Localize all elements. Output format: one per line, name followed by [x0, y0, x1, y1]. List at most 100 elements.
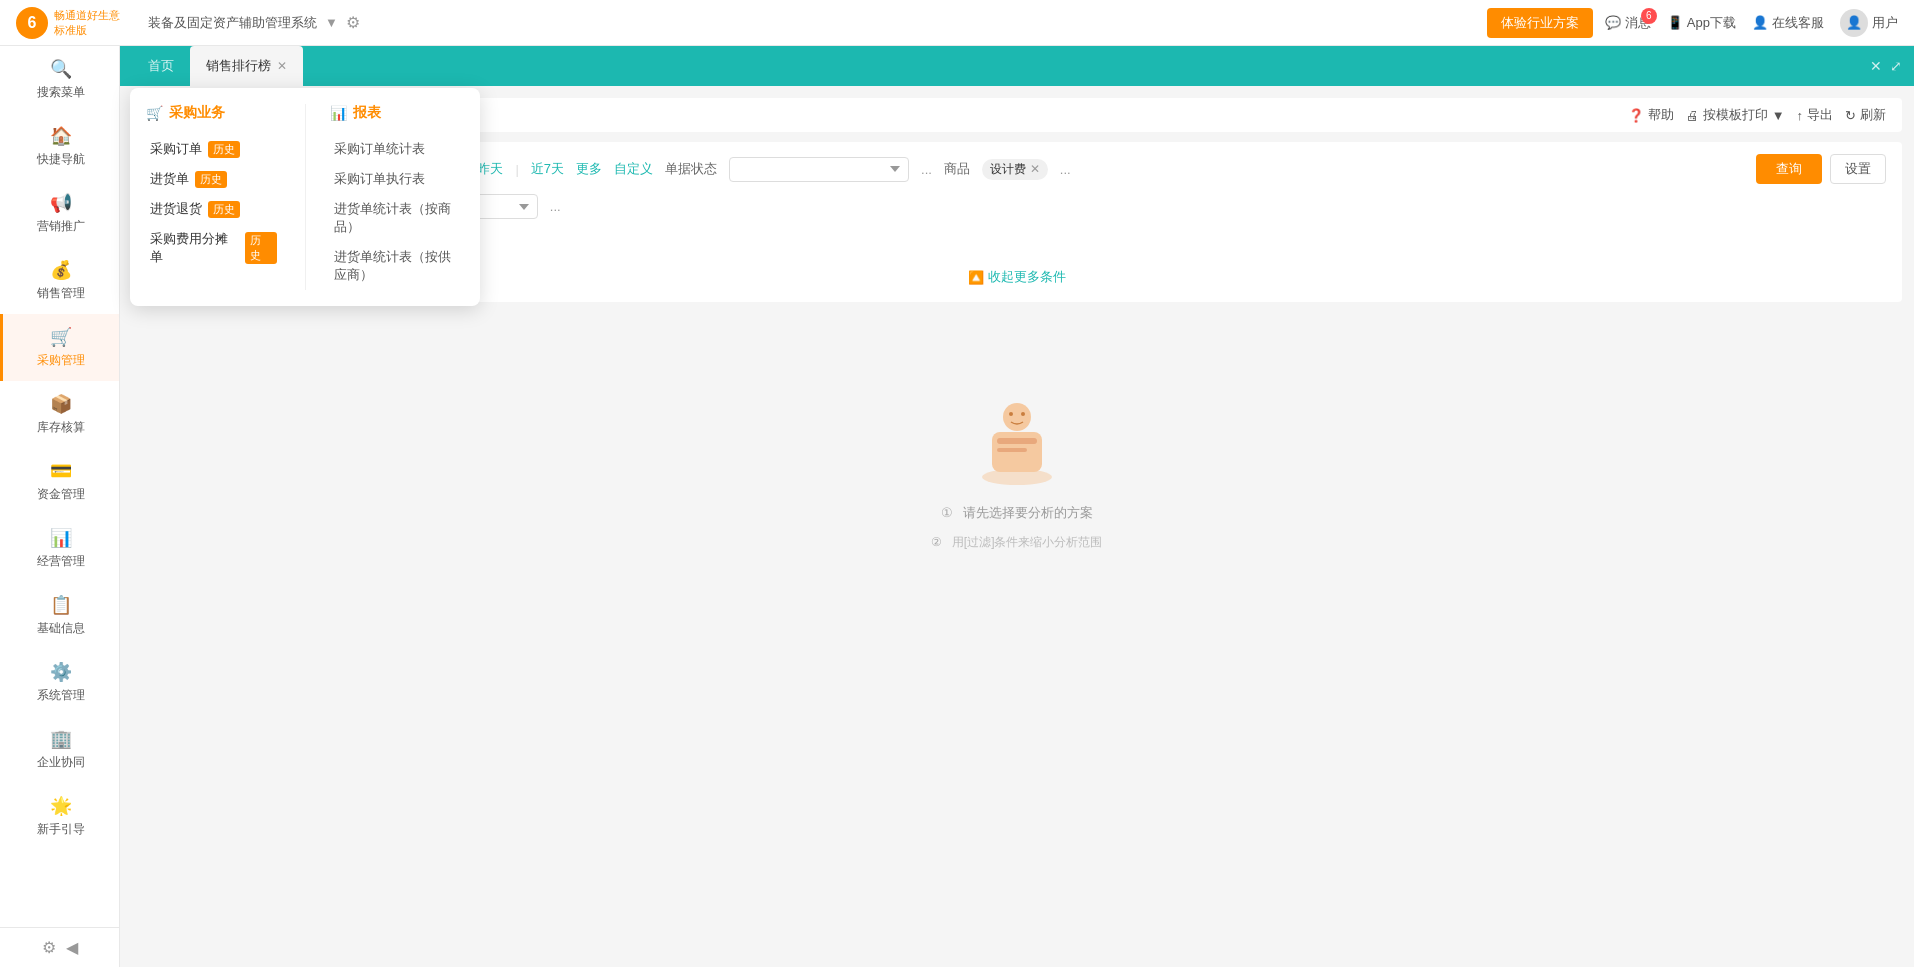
- set-btn[interactable]: 设置: [1830, 154, 1886, 184]
- sidebar-icon-search: 🔍: [50, 58, 72, 80]
- export-icon: ↑: [1797, 108, 1804, 123]
- empty-hint2: ② 用[过滤]条件来缩小分析范围: [931, 534, 1102, 551]
- sidebar-label-basic: 基础信息: [37, 620, 85, 637]
- collapse-up-icon: 🔼: [968, 270, 984, 285]
- report-item-label: 采购订单统计表: [334, 140, 425, 158]
- svg-point-6: [1021, 412, 1025, 416]
- tab-maximize-icon[interactable]: ⤢: [1890, 58, 1902, 74]
- purchase-item-进货退货[interactable]: 进货退货历史: [146, 194, 281, 224]
- logo-area: 6 畅通道好生意 标准版: [16, 7, 136, 39]
- settings-gear-icon[interactable]: ⚙: [346, 13, 360, 32]
- sidebar-icon-finance: 💳: [50, 460, 72, 482]
- purchase-item-进货单[interactable]: 进货单历史: [146, 164, 281, 194]
- sidebar-settings-icon[interactable]: ⚙: [42, 938, 56, 957]
- export-btn[interactable]: ↑ 导出: [1797, 106, 1834, 124]
- sidebar-icon-system: ⚙️: [50, 661, 72, 683]
- refresh-btn[interactable]: ↻ 刷新: [1845, 106, 1886, 124]
- purchase-item-label: 进货退货: [150, 200, 202, 218]
- print-icon: 🖨: [1686, 108, 1699, 123]
- industry-btn[interactable]: 体验行业方案: [1487, 8, 1593, 38]
- sidebar-item-finance[interactable]: 💳资金管理: [0, 448, 119, 515]
- sidebar-item-operation[interactable]: 📊经营管理: [0, 515, 119, 582]
- sidebar-icon-marketing: 📢: [50, 192, 72, 214]
- empty-hint1: ① 请先选择要分析的方案: [941, 504, 1093, 522]
- hist-badge: 历史: [245, 232, 277, 264]
- sidebar-item-guide[interactable]: 🌟新手引导: [0, 783, 119, 850]
- query-btn[interactable]: 查询: [1756, 154, 1822, 184]
- report-icon: 📊: [330, 105, 347, 121]
- goods-tag: 设计费 ✕: [982, 159, 1048, 180]
- tab-销售排行榜[interactable]: 销售排行榜 ✕: [190, 46, 303, 86]
- print-btn[interactable]: 🖨 按模板打印 ▼: [1686, 106, 1785, 124]
- sidebar-label-inventory: 库存核算: [37, 419, 85, 436]
- sidebar-item-purchase[interactable]: 🛒采购管理: [0, 314, 119, 381]
- goods-label: 商品: [944, 160, 970, 178]
- tab-close-all-icon[interactable]: ✕: [1870, 58, 1882, 74]
- sidebar-item-search[interactable]: 🔍 搜索菜单: [0, 46, 119, 113]
- sidebar-item-sales[interactable]: 💰销售管理: [0, 247, 119, 314]
- sidebar-icon-operation: 📊: [50, 527, 72, 549]
- svg-rect-2: [997, 438, 1037, 444]
- sidebar-item-basic[interactable]: 📋 基础信息: [0, 582, 119, 649]
- sidebar-item-system[interactable]: ⚙️ 系统管理: [0, 649, 119, 716]
- sidebar-label-quick: 快捷导航: [37, 151, 85, 168]
- more-date-btn[interactable]: 更多: [576, 160, 602, 178]
- status-dots[interactable]: ...: [921, 162, 932, 177]
- report-col-title: 📊 报表: [330, 104, 465, 122]
- filter-tools: 查询 设置: [1756, 154, 1886, 184]
- report-item-采购订单执行表[interactable]: 采购订单执行表: [330, 164, 465, 194]
- sidebar-label-purchase: 采购管理: [37, 352, 85, 369]
- sidebar-icon-basic: 📋: [50, 594, 72, 616]
- salesperson-dots[interactable]: ...: [550, 199, 561, 214]
- empty-illustration: [967, 392, 1067, 492]
- svg-point-5: [1009, 412, 1013, 416]
- custom-btn[interactable]: 自定义: [614, 160, 653, 178]
- service-btn[interactable]: 👤 在线客服: [1752, 14, 1824, 32]
- sidebar-item-enterprise[interactable]: 🏢企业协同: [0, 716, 119, 783]
- user-btn[interactable]: 👤 用户: [1840, 9, 1898, 37]
- hist-badge: 历史: [208, 201, 240, 218]
- sidebar-item-inventory[interactable]: 📦 库存核算: [0, 381, 119, 448]
- goods-tag-close[interactable]: ✕: [1030, 162, 1040, 176]
- hist-badge: 历史: [208, 141, 240, 158]
- report-item-进货单统计表（按供应商）[interactable]: 进货单统计表（按供应商）: [330, 242, 465, 290]
- sidebar: 🔍 搜索菜单 🏠 快捷导航 📢 营销推广 💰销售管理🛒采购管理 📦 库存核算 💳资金管理📊经营管理…: [0, 46, 120, 967]
- tab-label: 销售排行榜: [206, 57, 271, 75]
- status-label: 单据状态: [665, 160, 717, 178]
- help-icon: ❓: [1628, 108, 1644, 123]
- dropdown-menu: 🛒 采购业务 采购订单历史进货单历史进货退货历史采购费用分摊单历史 📊 报表 采…: [130, 88, 480, 306]
- report-item-采购订单统计表[interactable]: 采购订单统计表: [330, 134, 465, 164]
- tab-close-icon[interactable]: ✕: [277, 59, 287, 73]
- collapse-btn[interactable]: 🔼 收起更多条件: [964, 264, 1070, 290]
- goods-dots[interactable]: ...: [1060, 162, 1071, 177]
- report-item-进货单统计表（按商品）[interactable]: 进货单统计表（按商品）: [330, 194, 465, 242]
- tabbar: 首页销售排行榜 ✕ ✕ ⤢: [120, 46, 1914, 86]
- tab-首页[interactable]: 首页: [132, 46, 190, 86]
- topbar-right: 💬 消息 6 📱 App下载 👤 在线客服 👤 用户: [1605, 9, 1898, 37]
- help-btn[interactable]: ❓ 帮助: [1628, 106, 1674, 124]
- svg-point-4: [1003, 403, 1031, 431]
- yesterday-btn[interactable]: 昨天: [477, 160, 503, 178]
- sidebar-label-system: 系统管理: [37, 687, 85, 704]
- sidebar-item-quick[interactable]: 🏠 快捷导航: [0, 113, 119, 180]
- report-item-label: 进货单统计表（按供应商）: [334, 248, 461, 284]
- app-download-btn[interactable]: 📱 App下载: [1667, 14, 1736, 32]
- sidebar-icon-quick: 🏠: [50, 125, 72, 147]
- purchase-col: 🛒 采购业务 采购订单历史进货单历史进货退货历史采购费用分摊单历史: [146, 104, 281, 290]
- week-btn[interactable]: 近7天: [531, 160, 564, 178]
- title-arrow: ▼: [325, 15, 338, 30]
- purchase-item-采购订单[interactable]: 采购订单历史: [146, 134, 281, 164]
- sidebar-label-search: 搜索菜单: [37, 84, 85, 101]
- tabbar-right: ✕ ⤢: [1870, 58, 1902, 74]
- sidebar-item-marketing[interactable]: 📢 营销推广: [0, 180, 119, 247]
- purchase-item-label: 进货单: [150, 170, 189, 188]
- purchase-item-采购费用分摊单[interactable]: 采购费用分摊单历史: [146, 224, 281, 272]
- sidebar-icon-enterprise: 🏢: [50, 728, 72, 750]
- sidebar-label-marketing: 营销推广: [37, 218, 85, 235]
- sidebar-label-sales: 销售管理: [37, 285, 85, 302]
- sidebar-collapse-icon[interactable]: ◀: [66, 938, 78, 957]
- sidebar-icon-inventory: 📦: [50, 393, 72, 415]
- logo-text: 畅通道好生意 标准版: [54, 8, 120, 37]
- message-btn[interactable]: 💬 消息 6: [1605, 14, 1651, 32]
- status-select[interactable]: [729, 157, 909, 182]
